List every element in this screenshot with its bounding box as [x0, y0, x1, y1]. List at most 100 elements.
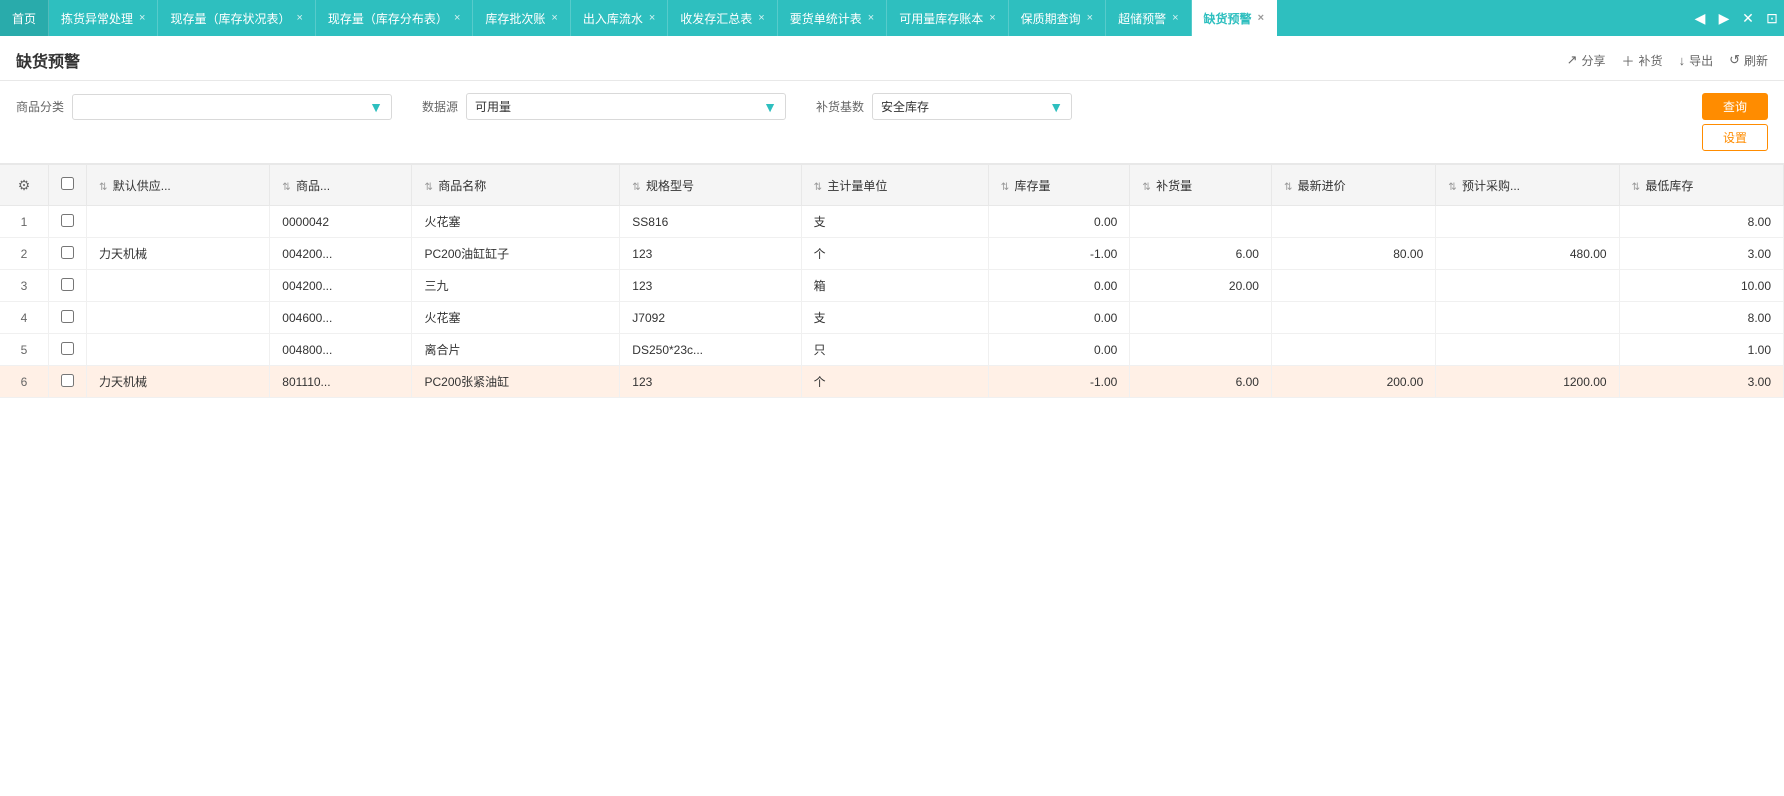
col-header-product-name[interactable]: ⇅ 商品名称 — [412, 165, 620, 206]
data-table: ⚙ ⇅ 默认供应... ⇅ 商品... ⇅ 商品名称 — [0, 164, 1784, 398]
col-checkbox — [49, 165, 87, 206]
tab-order-stats[interactable]: 要货单统计表 × — [778, 0, 887, 36]
export-button[interactable]: ↓ 导出 — [1679, 52, 1714, 69]
row-unit-6: 个 — [801, 366, 988, 398]
row-est-purchase-2: 480.00 — [1436, 238, 1619, 270]
settings-button[interactable]: 设置 — [1702, 124, 1768, 151]
supplement-button[interactable]: ＋ 补货 — [1622, 51, 1663, 70]
row-supplement-2: 6.00 — [1130, 238, 1272, 270]
col-header-spec[interactable]: ⇅ 规格型号 — [620, 165, 801, 206]
tab-nav-next[interactable]: ▶ — [1712, 0, 1736, 36]
row-select-1[interactable] — [61, 214, 74, 227]
row-supplement-1 — [1130, 206, 1272, 238]
sort-icon: ⇅ — [1001, 182, 1009, 193]
share-icon: ↗ — [1567, 52, 1578, 68]
row-unit-2: 个 — [801, 238, 988, 270]
sort-icon: ⇅ — [814, 182, 822, 193]
close-tab-overstock[interactable]: × — [1172, 12, 1178, 24]
row-product-code-4: 004600... — [270, 302, 412, 334]
table-body: 1 0000042 火花塞 SS816 支 0.00 8.00 2 力天机械 0… — [0, 206, 1784, 398]
category-label: 商品分类 — [16, 98, 64, 115]
row-num-5: 5 — [0, 334, 49, 366]
datasource-arrow-icon: ▼ — [763, 99, 777, 115]
row-latest-price-5 — [1271, 334, 1435, 366]
close-tab-abnormal[interactable]: × — [139, 12, 145, 24]
share-button[interactable]: ↗ 分享 — [1567, 52, 1606, 69]
col-header-unit[interactable]: ⇅ 主计量单位 — [801, 165, 988, 206]
col-header-supplement[interactable]: ⇅ 补货量 — [1130, 165, 1272, 206]
select-all-checkbox[interactable] — [61, 177, 74, 190]
supplement-icon: ＋ — [1622, 51, 1635, 70]
tab-inventory-dist[interactable]: 现存量（库存分布表） × — [316, 0, 473, 36]
supplement-base-select[interactable]: 安全库存 ▼ — [872, 93, 1072, 120]
page-title: 缺货预警 — [16, 48, 80, 72]
refresh-button[interactable]: ↺ 刷新 — [1729, 52, 1768, 69]
tab-batch-account[interactable]: 库存批次账 × — [473, 0, 570, 36]
tab-inventory-status[interactable]: 现存量（库存状况表） × — [158, 0, 315, 36]
col-settings: ⚙ — [0, 165, 49, 206]
row-select-5[interactable] — [61, 342, 74, 355]
tab-home[interactable]: 首页 — [0, 0, 49, 36]
col-header-min-stock[interactable]: ⇅ 最低库存 — [1619, 165, 1783, 206]
row-min-stock-4: 8.00 — [1619, 302, 1783, 334]
row-select-2[interactable] — [61, 246, 74, 259]
row-num-6: 6 — [0, 366, 49, 398]
row-min-stock-5: 1.00 — [1619, 334, 1783, 366]
close-tab-inout-flow[interactable]: × — [649, 12, 655, 24]
close-tab-batch-account[interactable]: × — [551, 12, 557, 24]
row-spec-6: 123 — [620, 366, 801, 398]
row-supplier-6: 力天机械 — [87, 366, 270, 398]
col-header-product-code[interactable]: ⇅ 商品... — [270, 165, 412, 206]
row-unit-5: 只 — [801, 334, 988, 366]
supplement-base-value: 安全库存 — [881, 98, 929, 115]
col-header-default-supplier[interactable]: ⇅ 默认供应... — [87, 165, 270, 206]
close-tab-inventory-dist[interactable]: × — [454, 12, 460, 24]
row-stock-1: 0.00 — [988, 206, 1130, 238]
row-checkbox-4 — [49, 302, 87, 334]
row-supplier-5 — [87, 334, 270, 366]
row-stock-3: 0.00 — [988, 270, 1130, 302]
col-header-latest-price[interactable]: ⇅ 最新进价 — [1271, 165, 1435, 206]
tab-expand[interactable]: ⊡ — [1760, 0, 1784, 36]
table-header-row: ⚙ ⇅ 默认供应... ⇅ 商品... ⇅ 商品名称 — [0, 165, 1784, 206]
tab-nav-prev[interactable]: ◀ — [1688, 0, 1712, 36]
row-latest-price-6: 200.00 — [1271, 366, 1435, 398]
table-settings-icon[interactable]: ⚙ — [12, 173, 36, 197]
row-stock-2: -1.00 — [988, 238, 1130, 270]
category-select[interactable]: ▼ — [72, 94, 392, 120]
row-select-4[interactable] — [61, 310, 74, 323]
tab-available-ledger[interactable]: 可用量库存账本 × — [887, 0, 1008, 36]
datasource-select[interactable]: 可用量 ▼ — [466, 93, 786, 120]
close-tab-collect-summary[interactable]: × — [758, 12, 764, 24]
row-product-name-1: 火花塞 — [412, 206, 620, 238]
refresh-icon: ↺ — [1729, 52, 1740, 68]
row-spec-1: SS816 — [620, 206, 801, 238]
query-button[interactable]: 查询 — [1702, 93, 1768, 120]
row-latest-price-4 — [1271, 302, 1435, 334]
close-tab-expiry-query[interactable]: × — [1087, 12, 1093, 24]
close-tab-shortage[interactable]: × — [1258, 12, 1264, 24]
sort-icon: ⇅ — [1448, 182, 1456, 193]
tab-inout-flow[interactable]: 出入库流水 × — [571, 0, 668, 36]
tab-collect-summary[interactable]: 收发存汇总表 × — [668, 0, 777, 36]
row-est-purchase-3 — [1436, 270, 1619, 302]
tab-shortage[interactable]: 缺货预警 × — [1192, 0, 1277, 36]
col-header-est-purchase[interactable]: ⇅ 预计采购... — [1436, 165, 1619, 206]
row-select-6[interactable] — [61, 374, 74, 387]
filter-groups: 商品分类 ▼ 数据源 可用量 ▼ 补货基数 安全库存 ▼ — [16, 93, 1702, 120]
tab-overstock[interactable]: 超储预警 × — [1106, 0, 1191, 36]
tab-bar: 首页 拣货异常处理 × 现存量（库存状况表） × 现存量（库存分布表） × 库存… — [0, 0, 1784, 36]
row-stock-4: 0.00 — [988, 302, 1130, 334]
close-tab-order-stats[interactable]: × — [868, 12, 874, 24]
row-product-name-5: 离合片 — [412, 334, 620, 366]
col-header-stock[interactable]: ⇅ 库存量 — [988, 165, 1130, 206]
tab-close-all[interactable]: ✕ — [1736, 0, 1760, 36]
row-supplier-1 — [87, 206, 270, 238]
row-latest-price-2: 80.00 — [1271, 238, 1435, 270]
supplement-base-label: 补货基数 — [816, 98, 864, 115]
row-select-3[interactable] — [61, 278, 74, 291]
tab-abnormal[interactable]: 拣货异常处理 × — [49, 0, 158, 36]
close-tab-inventory-status[interactable]: × — [296, 12, 302, 24]
close-tab-available-ledger[interactable]: × — [989, 12, 995, 24]
tab-expiry-query[interactable]: 保质期查询 × — [1009, 0, 1106, 36]
